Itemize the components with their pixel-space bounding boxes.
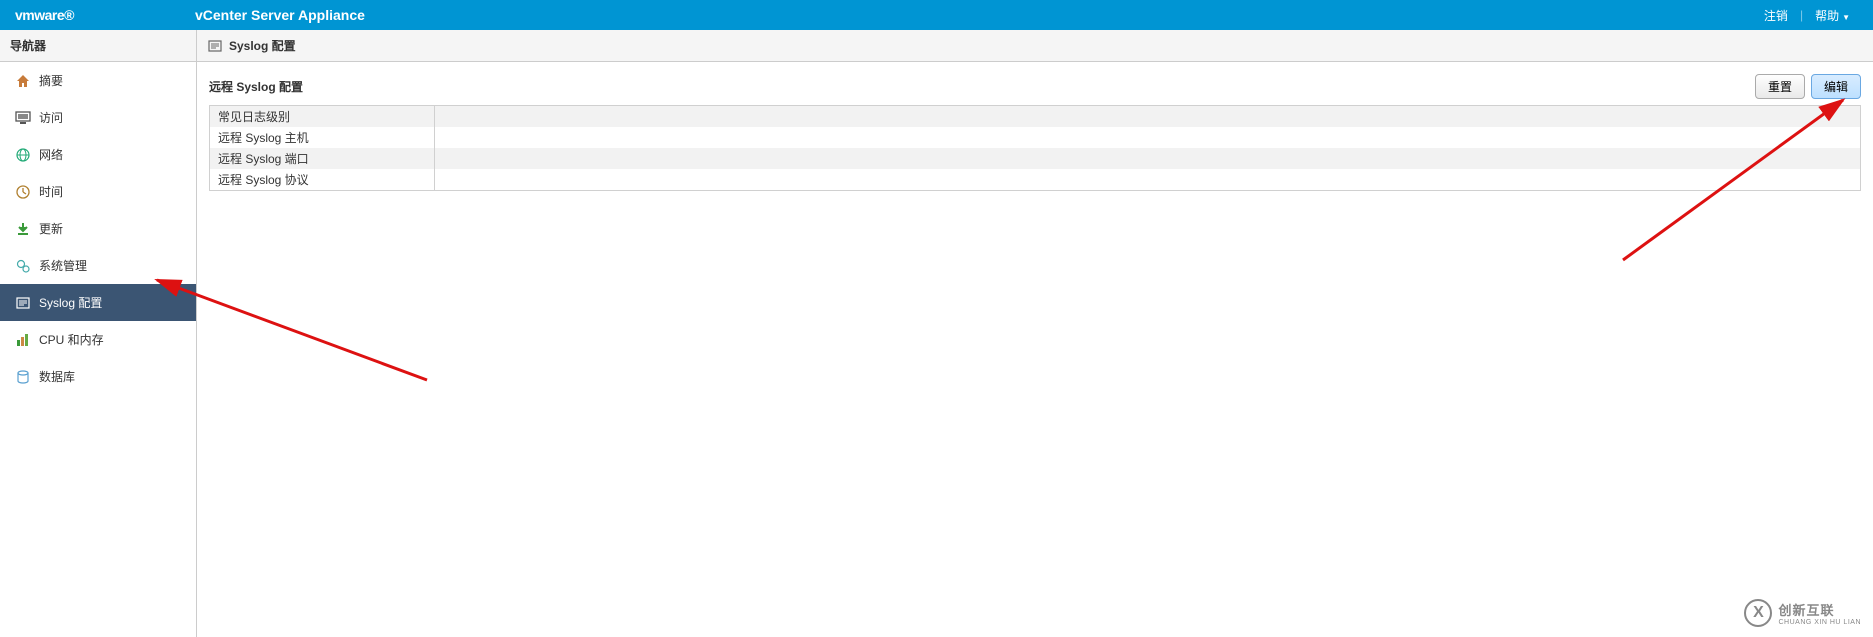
globe-icon (15, 147, 31, 163)
sidebar: 导航器 摘要 访问 网络 时间 (0, 30, 197, 637)
row-value (435, 106, 1861, 128)
sidebar-item-time[interactable]: 时间 (0, 173, 196, 210)
sidebar-item-administration[interactable]: 系统管理 (0, 247, 196, 284)
help-link[interactable]: 帮助▼ (1807, 7, 1858, 24)
download-icon (15, 221, 31, 237)
watermark-logo-icon: X (1744, 599, 1772, 627)
row-label: 远程 Syslog 协议 (210, 169, 435, 191)
config-table: 常见日志级别 远程 Syslog 主机 远程 Syslog 端口 远程 Sysl… (209, 105, 1861, 191)
table-row: 远程 Syslog 协议 (210, 169, 1861, 191)
chart-icon (15, 332, 31, 348)
clock-icon (15, 184, 31, 200)
sidebar-item-label: 系统管理 (39, 257, 87, 274)
content-header: Syslog 配置 (197, 30, 1873, 62)
row-label: 远程 Syslog 主机 (210, 127, 435, 148)
sidebar-item-label: 访问 (39, 109, 63, 126)
reset-button[interactable]: 重置 (1755, 74, 1805, 99)
sidebar-item-label: 摘要 (39, 72, 63, 89)
sidebar-item-label: 网络 (39, 146, 63, 163)
top-bar: vmware® vCenter Server Appliance 注销 | 帮助… (0, 0, 1873, 30)
app-title: vCenter Server Appliance (195, 7, 365, 23)
sidebar-title: 导航器 (0, 30, 196, 62)
syslog-icon (15, 295, 31, 311)
watermark-subtext: CHUANG XIN HU LIAN (1778, 619, 1861, 626)
syslog-icon (207, 38, 223, 54)
sidebar-item-label: CPU 和内存 (39, 331, 104, 348)
watermark: X 创新互联 CHUANG XIN HU LIAN (1744, 599, 1861, 627)
sidebar-item-access[interactable]: 访问 (0, 99, 196, 136)
content-title: Syslog 配置 (229, 37, 296, 54)
row-value (435, 127, 1861, 148)
row-label: 常见日志级别 (210, 106, 435, 128)
row-value (435, 148, 1861, 169)
sidebar-item-update[interactable]: 更新 (0, 210, 196, 247)
section-title: 远程 Syslog 配置 (209, 78, 1749, 95)
sidebar-item-label: Syslog 配置 (39, 294, 102, 311)
sidebar-item-database[interactable]: 数据库 (0, 358, 196, 395)
sidebar-item-syslog[interactable]: Syslog 配置 (0, 284, 196, 321)
table-row: 常见日志级别 (210, 106, 1861, 128)
separator: | (1796, 8, 1807, 22)
vmware-logo: vmware® (15, 7, 195, 23)
home-icon (15, 73, 31, 89)
sidebar-item-summary[interactable]: 摘要 (0, 62, 196, 99)
gears-icon (15, 258, 31, 274)
logout-link[interactable]: 注销 (1756, 7, 1796, 24)
database-icon (15, 369, 31, 385)
table-row: 远程 Syslog 主机 (210, 127, 1861, 148)
row-value (435, 169, 1861, 191)
table-row: 远程 Syslog 端口 (210, 148, 1861, 169)
row-label: 远程 Syslog 端口 (210, 148, 435, 169)
edit-button[interactable]: 编辑 (1811, 74, 1861, 99)
monitor-icon (15, 110, 31, 126)
sidebar-item-cpu-memory[interactable]: CPU 和内存 (0, 321, 196, 358)
sidebar-item-network[interactable]: 网络 (0, 136, 196, 173)
sidebar-item-label: 数据库 (39, 368, 75, 385)
chevron-down-icon: ▼ (1842, 13, 1850, 22)
content-pane: Syslog 配置 远程 Syslog 配置 重置 编辑 常见日志级别 远程 S… (197, 30, 1873, 637)
sidebar-item-label: 时间 (39, 183, 63, 200)
watermark-text: 创新互联 (1778, 600, 1861, 619)
sidebar-item-label: 更新 (39, 220, 63, 237)
